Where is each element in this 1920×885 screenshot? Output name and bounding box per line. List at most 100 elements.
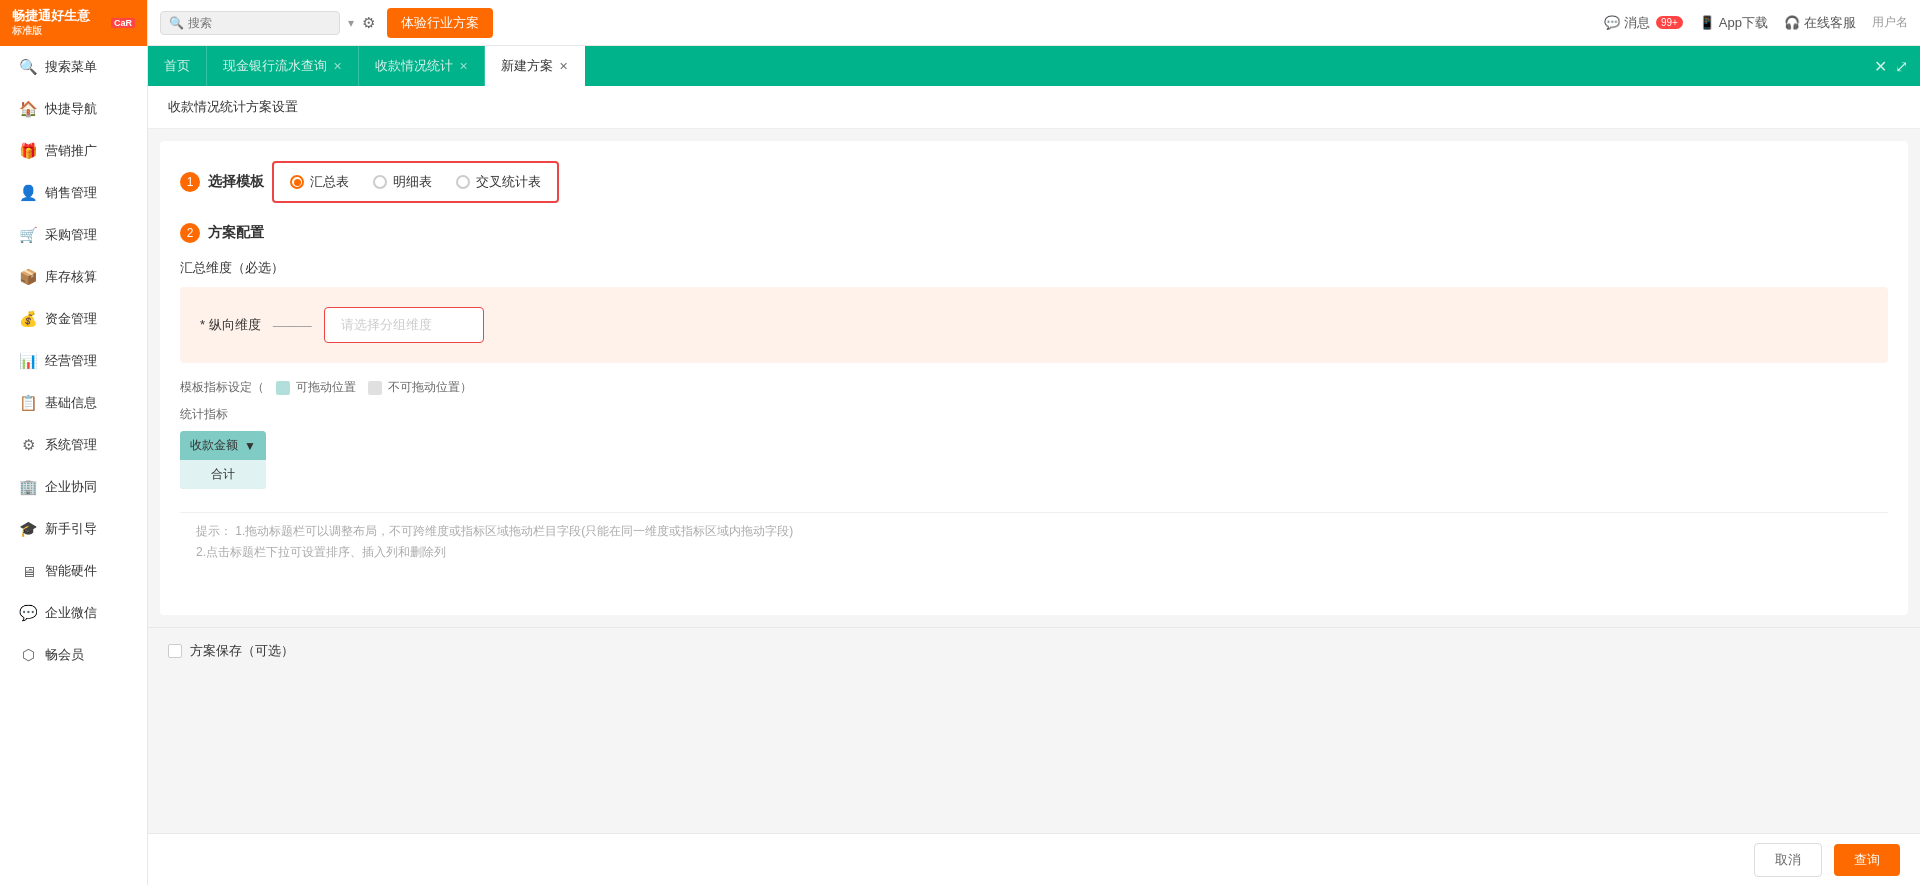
tab-bank-flow-label: 现金银行流水查询 [223, 57, 327, 75]
tab-bank-flow[interactable]: 现金银行流水查询 ✕ [207, 46, 359, 86]
guide-icon: 🎓 [19, 520, 37, 538]
page-title: 收款情况统计方案设置 [168, 99, 298, 114]
sidebar-item-wechat[interactable]: 💬 企业微信 [0, 592, 147, 634]
message-icon: 💬 [1604, 15, 1620, 30]
radio-detail-label: 明细表 [393, 173, 432, 191]
tips-section: 提示： 1.拖动标题栏可以调整布局，不可跨维度或指标区域拖动栏目字段(只能在同一… [180, 512, 1888, 575]
sidebar-item-label: 搜索菜单 [45, 58, 97, 76]
legend-fixed-label: 不可拖动位置） [388, 379, 472, 396]
tab-collection-stats-close-icon[interactable]: ✕ [459, 60, 468, 73]
indicator-card-header[interactable]: 收款金额 ▼ [180, 431, 266, 460]
cancel-button[interactable]: 取消 [1754, 843, 1822, 877]
sidebar-item-label: 库存核算 [45, 268, 97, 286]
sidebar-item-label: 系统管理 [45, 436, 97, 454]
download-btn[interactable]: 📱 App下载 [1699, 14, 1768, 32]
tab-collection-stats[interactable]: 收款情况统计 ✕ [359, 46, 485, 86]
main-area: 🔍 ▾ ⚙ 体验行业方案 💬 消息 99+ 📱 App下载 🎧 在线客服 用户名 [148, 0, 1920, 885]
money-icon: 💰 [19, 310, 37, 328]
sidebar-item-search-menu[interactable]: 🔍 搜索菜单 [0, 46, 147, 88]
user-icon: 👤 [19, 184, 37, 202]
radio-detail-circle [373, 175, 387, 189]
sidebar-item-label: 资金管理 [45, 310, 97, 328]
step1-num: 1 [180, 172, 200, 192]
radio-cross[interactable]: 交叉统计表 [456, 173, 541, 191]
tabbar: 首页 现金银行流水查询 ✕ 收款情况统计 ✕ 新建方案 ✕ ✕ ⤢ [148, 46, 1920, 86]
chart-icon: 📊 [19, 352, 37, 370]
config-section: 汇总维度（必选） * 纵向维度 ——— 请选择分组维度 模板指标设定（ [180, 259, 1888, 575]
tabbar-actions: ✕ ⤢ [1874, 57, 1920, 76]
sidebar-item-purchase[interactable]: 🛒 采购管理 [0, 214, 147, 256]
tip-line2: 2.点击标题栏下拉可设置排序、插入列和删除列 [196, 544, 1872, 561]
sidebar-item-system[interactable]: ⚙ 系统管理 [0, 424, 147, 466]
legend-draggable-label: 可拖动位置 [296, 379, 356, 396]
sidebar-item-quick-nav[interactable]: 🏠 快捷导航 [0, 88, 147, 130]
sidebar-item-marketing[interactable]: 🎁 营销推广 [0, 130, 147, 172]
gift-icon: 🎁 [19, 142, 37, 160]
message-btn[interactable]: 💬 消息 99+ [1604, 14, 1683, 32]
content-area: 收款情况统计方案设置 1 选择模板 汇总表 明细表 [148, 86, 1920, 885]
clipboard-icon: 📋 [19, 394, 37, 412]
indicator-section: 模板指标设定（ 可拖动位置 不可拖动位置） 统计指标 [180, 379, 1888, 492]
tabbar-close-icon[interactable]: ✕ [1874, 57, 1887, 76]
tab-bank-flow-close-icon[interactable]: ✕ [333, 60, 342, 73]
tab-new-plan[interactable]: 新建方案 ✕ [485, 46, 585, 86]
service-icon: 🎧 [1784, 15, 1800, 30]
sidebar-item-member[interactable]: ⬡ 畅会员 [0, 634, 147, 676]
legend-fixed: 不可拖动位置） [368, 379, 472, 396]
radio-summary[interactable]: 汇总表 [290, 173, 349, 191]
search-menu-icon: 🔍 [19, 58, 37, 76]
sidebar-item-sales[interactable]: 👤 销售管理 [0, 172, 147, 214]
sidebar-item-basic-info[interactable]: 📋 基础信息 [0, 382, 147, 424]
home-icon: 🏠 [19, 100, 37, 118]
sidebar-item-inventory[interactable]: 📦 库存核算 [0, 256, 147, 298]
radio-cross-circle [456, 175, 470, 189]
search-icon: 🔍 [169, 16, 184, 30]
search-input[interactable] [188, 16, 331, 30]
cart-icon: 🛒 [19, 226, 37, 244]
sidebar-item-label: 销售管理 [45, 184, 97, 202]
indicator-card-dropdown-icon[interactable]: ▼ [244, 439, 256, 453]
dimension-row: * 纵向维度 ——— 请选择分组维度 [200, 307, 1868, 343]
arrow-right-icon: ——— [273, 318, 312, 333]
chat-icon: 💬 [19, 604, 37, 622]
tabbar-expand-icon[interactable]: ⤢ [1895, 57, 1908, 76]
search-box[interactable]: 🔍 [160, 11, 340, 35]
save-option: 方案保存（可选） [148, 627, 1920, 674]
sidebar-item-hardware[interactable]: 🖥 智能硬件 [0, 550, 147, 592]
vertical-label: * 纵向维度 [200, 316, 261, 334]
sidebar-item-finance[interactable]: 💰 资金管理 [0, 298, 147, 340]
search-chevron-icon[interactable]: ▾ [348, 16, 354, 30]
dimension-select[interactable]: 请选择分组维度 [324, 307, 484, 343]
service-btn[interactable]: 🎧 在线客服 [1784, 14, 1856, 32]
radio-detail[interactable]: 明细表 [373, 173, 432, 191]
sidebar-item-operations[interactable]: 📊 经营管理 [0, 340, 147, 382]
dimension-group-label: 汇总维度（必选） [180, 259, 1888, 277]
page-header: 收款情况统计方案设置 [148, 86, 1920, 129]
step2-num: 2 [180, 223, 200, 243]
save-checkbox[interactable] [168, 644, 182, 658]
sidebar-item-guide[interactable]: 🎓 新手引导 [0, 508, 147, 550]
tab-new-plan-close-icon[interactable]: ✕ [559, 60, 568, 73]
radio-summary-label: 汇总表 [310, 173, 349, 191]
radio-summary-circle [290, 175, 304, 189]
message-badge: 99+ [1656, 16, 1683, 29]
step1-title: 选择模板 [208, 173, 264, 191]
sidebar-item-label: 营销推广 [45, 142, 97, 160]
step2-section: 2 方案配置 汇总维度（必选） * 纵向维度 ——— 请选择分组维度 [180, 223, 1888, 575]
tab-home[interactable]: 首页 [148, 46, 207, 86]
settings-icon[interactable]: ⚙ [362, 14, 375, 32]
save-option-label: 方案保存（可选） [190, 642, 294, 660]
step2-title: 方案配置 [208, 224, 264, 242]
sidebar: 畅捷通好生意 标准版 CaR 🔍 搜索菜单 🏠 快捷导航 🎁 营销推广 👤 销售… [0, 0, 148, 885]
trial-btn[interactable]: 体验行业方案 [387, 8, 493, 38]
step2-header: 2 方案配置 [180, 223, 1888, 243]
query-button[interactable]: 查询 [1834, 844, 1900, 876]
step1-section: 1 选择模板 汇总表 明细表 交叉统计表 [180, 161, 1888, 203]
template-options: 汇总表 明细表 交叉统计表 [272, 161, 559, 203]
radio-cross-label: 交叉统计表 [476, 173, 541, 191]
config-area: * 纵向维度 ——— 请选择分组维度 [180, 287, 1888, 363]
download-icon: 📱 [1699, 15, 1715, 30]
legend-draggable: 可拖动位置 [276, 379, 356, 396]
tab-new-plan-label: 新建方案 [501, 57, 553, 75]
sidebar-item-enterprise[interactable]: 🏢 企业协同 [0, 466, 147, 508]
